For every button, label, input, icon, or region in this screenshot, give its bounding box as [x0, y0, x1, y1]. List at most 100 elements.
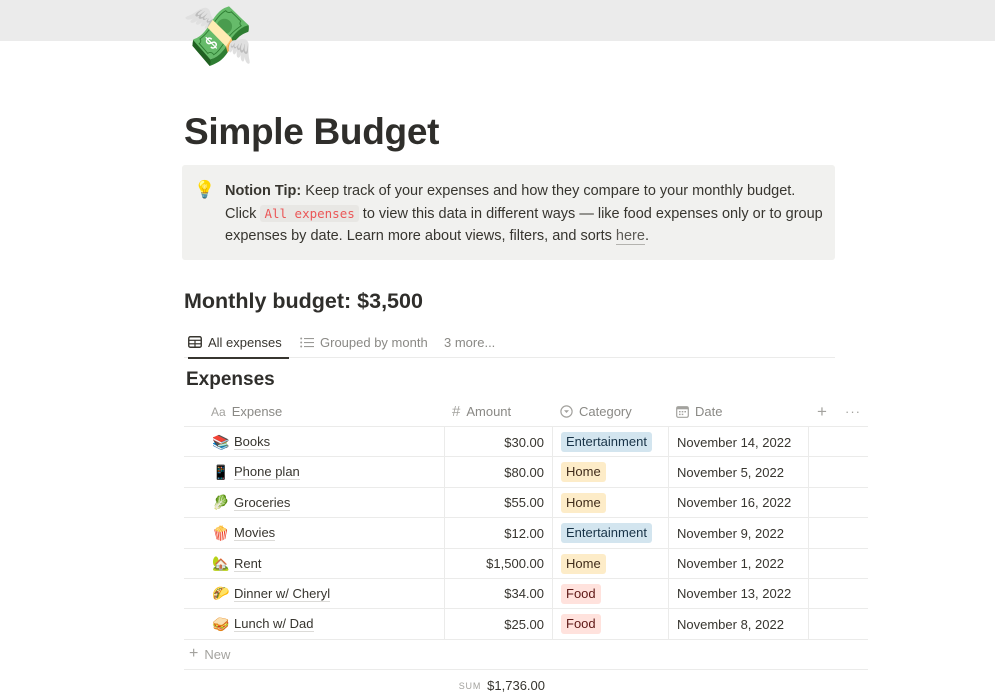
category-cell[interactable]: Home — [553, 488, 668, 518]
more-options-button[interactable]: ··· — [845, 396, 861, 427]
date-cell[interactable]: November 14, 2022 — [668, 427, 809, 457]
column-label: Expense — [231, 404, 283, 419]
column-header-expense[interactable]: Aa Expense — [211, 396, 282, 427]
table-icon — [188, 336, 202, 348]
database-title[interactable]: Expenses — [186, 369, 275, 391]
inline-code-all-expenses: All expenses — [260, 204, 359, 222]
category-tag: Home — [561, 462, 606, 483]
row-emoji-icon: 🍿 — [212, 524, 230, 541]
new-row-button[interactable]: + New — [184, 640, 868, 670]
expense-cell[interactable]: 📱 Phone plan — [212, 457, 444, 487]
list-icon — [300, 337, 314, 348]
row-emoji-icon: 🌮 — [212, 585, 230, 602]
learn-more-link[interactable]: here — [615, 228, 645, 245]
category-tag: Entertainment — [561, 523, 652, 544]
column-header-date[interactable]: Date — [676, 396, 722, 427]
callout-text: Notion Tip: Keep track of your expenses … — [225, 180, 825, 248]
row-emoji-icon: 🏡 — [212, 555, 230, 572]
expense-cell[interactable]: 🍿 Movies — [212, 518, 444, 548]
table-row[interactable]: 🥬 Groceries $55.00 Home November 16, 2022 — [184, 487, 868, 519]
category-cell[interactable]: Food — [553, 579, 668, 609]
amount-cell[interactable]: $30.00 — [444, 427, 553, 457]
date-cell[interactable]: November 9, 2022 — [668, 518, 809, 549]
page-cover[interactable] — [0, 0, 995, 41]
amount-cell[interactable]: $80.00 — [444, 457, 553, 488]
expense-name[interactable]: Movies — [234, 525, 276, 542]
date-cell[interactable]: November 8, 2022 — [668, 609, 809, 640]
amount-cell[interactable]: $1,500.00 — [444, 548, 553, 579]
expense-cell[interactable]: 🥪 Lunch w/ Dad — [212, 609, 444, 639]
row-emoji-icon: 📱 — [212, 463, 230, 480]
expense-cell[interactable]: 🥬 Groceries — [212, 488, 444, 518]
number-property-icon: # — [452, 403, 461, 420]
table-body: 📚 Books $30.00 Entertainment November 14, 20… — [184, 427, 868, 640]
table-row[interactable]: 📱 Phone plan $80.00 Home November 5, 2022 — [184, 457, 868, 488]
amount-cell[interactable]: $55.00 — [444, 487, 553, 518]
page-title: Simple Budget — [184, 111, 440, 152]
sum-label: SUM — [458, 680, 482, 691]
category-tag: Food — [561, 614, 601, 635]
table-row[interactable]: 📚 Books $30.00 Entertainment November 14, 20… — [184, 427, 868, 458]
tab-label: Grouped by month — [320, 334, 428, 350]
add-property-button[interactable]: + — [817, 396, 827, 427]
column-label: Date — [695, 404, 723, 419]
tip-label: Notion Tip: — [225, 183, 302, 199]
row-emoji-icon: 📚 — [212, 433, 230, 450]
column-header-amount[interactable]: # Amount — [452, 396, 511, 427]
category-tag: Home — [561, 492, 606, 513]
amount-sum[interactable]: SUM $1,736.00 — [444, 670, 545, 700]
expense-name[interactable]: Rent — [234, 556, 262, 572]
table-row[interactable]: 🏡 Rent $1,500.00 Home November 1, 2022 — [184, 548, 868, 579]
category-tag: Home — [561, 553, 606, 574]
money-with-wings-icon[interactable]: 💸 — [182, 4, 254, 72]
select-property-icon — [560, 405, 573, 418]
calendar-icon — [676, 405, 689, 418]
tab-label: All expenses — [208, 334, 282, 350]
expense-name[interactable]: Groceries — [234, 495, 291, 511]
column-label: Amount — [466, 404, 512, 419]
table-row[interactable]: 🥪 Lunch w/ Dad $25.00 Food November 8, 2022 — [184, 609, 868, 640]
category-tag: Food — [561, 583, 601, 604]
expense-name[interactable]: Books — [234, 434, 271, 450]
expense-cell[interactable]: 📚 Books — [212, 427, 444, 457]
plus-icon: + — [189, 645, 199, 663]
amount-cell[interactable]: $34.00 — [444, 578, 553, 609]
date-cell[interactable]: November 13, 2022 — [668, 578, 809, 609]
category-cell[interactable]: Entertainment — [553, 427, 668, 457]
category-cell[interactable]: Home — [553, 549, 668, 579]
expense-cell[interactable]: 🏡 Rent — [212, 549, 444, 579]
new-label: New — [204, 646, 231, 662]
row-emoji-icon: 🥪 — [212, 615, 230, 632]
callout-text-part: . — [644, 228, 649, 244]
tab-grouped-by-month[interactable]: Grouped by month — [300, 326, 428, 358]
table-header: Aa Expense # Amount Category Date + ··· — [184, 396, 868, 427]
amount-cell[interactable]: $12.00 — [444, 518, 553, 549]
expenses-table: Aa Expense # Amount Category Date + ··· … — [184, 396, 868, 700]
date-cell[interactable]: November 5, 2022 — [668, 457, 809, 488]
text-property-icon: Aa — [211, 404, 226, 419]
column-header-category[interactable]: Category — [560, 396, 632, 427]
category-cell[interactable]: Entertainment — [553, 518, 668, 548]
category-cell[interactable]: Home — [553, 457, 668, 487]
category-cell[interactable]: Food — [553, 609, 668, 639]
monthly-budget-heading: Monthly budget: $3,500 — [184, 289, 423, 313]
date-cell[interactable]: November 1, 2022 — [668, 548, 809, 579]
table-row[interactable]: 🍿 Movies $12.00 Entertainment November 9, 20… — [184, 518, 868, 549]
date-cell[interactable]: November 16, 2022 — [668, 487, 809, 518]
notion-tip-callout: 💡 Notion Tip: Keep track of your expense… — [182, 165, 835, 260]
row-emoji-icon: 🥬 — [212, 494, 230, 511]
tab-more-views[interactable]: 3 more... — [444, 326, 495, 358]
expense-name[interactable]: Dinner w/ Cheryl — [234, 586, 331, 602]
expense-name[interactable]: Phone plan — [234, 464, 300, 481]
table-row[interactable]: 🌮 Dinner w/ Cheryl $34.00 Food November 13, … — [184, 578, 868, 610]
expense-cell[interactable]: 🌮 Dinner w/ Cheryl — [212, 579, 444, 609]
amount-cell[interactable]: $25.00 — [444, 609, 553, 640]
tab-all-expenses[interactable]: All expenses — [188, 326, 289, 359]
calculation-row: SUM $1,736.00 — [184, 670, 868, 700]
view-tabs: All expenses Grouped by month 3 more... — [184, 326, 835, 359]
lightbulb-icon: 💡 — [194, 180, 216, 199]
column-label: Category — [579, 404, 632, 419]
sum-value: $1,736.00 — [487, 678, 545, 694]
expense-name[interactable]: Lunch w/ Dad — [234, 616, 314, 633]
category-tag: Entertainment — [561, 432, 652, 452]
